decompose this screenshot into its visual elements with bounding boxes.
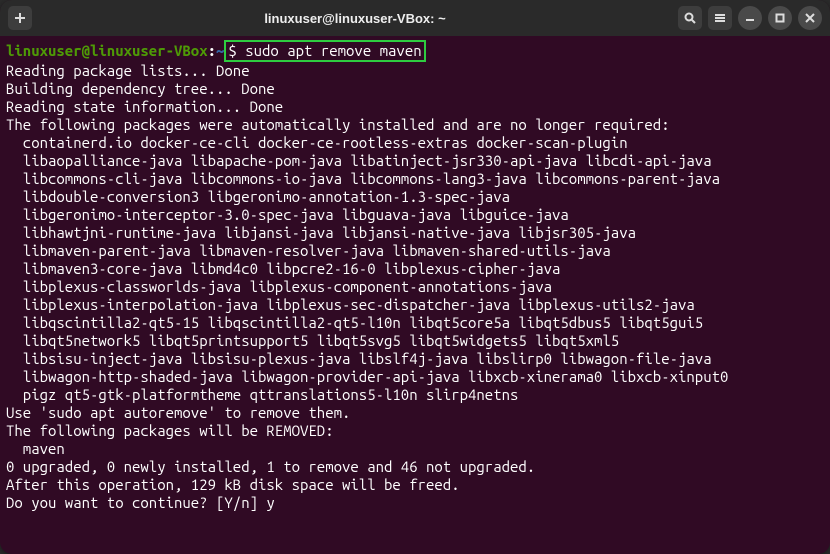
menu-button[interactable] (708, 6, 732, 30)
new-tab-button[interactable] (8, 6, 32, 30)
output-line: libgeronimo-interceptor-3.0-spec-java li… (6, 206, 569, 223)
output-line: Reading state information... Done (6, 98, 283, 115)
output-line: libplexus-interpolation-java libplexus-s… (6, 296, 695, 313)
output-line: libdouble-conversion3 libgeronimo-annota… (6, 188, 510, 205)
output-line: libsisu-inject-java libsisu-plexus-java … (6, 350, 712, 367)
output-line: containerd.io docker-ce-cli docker-ce-ro… (6, 134, 628, 151)
output-line: After this operation, 129 kB disk space … (6, 476, 460, 493)
prompt-path: ~ (216, 42, 224, 59)
window-title: linuxuser@linuxuser-VBox: ~ (38, 11, 672, 26)
output-line: libaopalliance-java libapache-pom-java l… (6, 152, 712, 169)
output-line: Use 'sudo apt autoremove' to remove them… (6, 404, 350, 421)
search-button[interactable] (678, 6, 702, 30)
output-line: 0 upgraded, 0 newly installed, 1 to remo… (6, 458, 535, 475)
output-line: The following packages will be REMOVED: (6, 422, 334, 439)
minimize-button[interactable] (738, 6, 762, 30)
command-text: sudo apt remove maven (245, 42, 421, 59)
titlebar: linuxuser@linuxuser-VBox: ~ (0, 0, 830, 36)
terminal-body[interactable]: linuxuser@linuxuser-VBox:~$ sudo apt rem… (0, 36, 830, 518)
output-line: libmaven-parent-java libmaven-resolver-j… (6, 242, 611, 259)
output-line: Reading package lists... Done (6, 62, 250, 79)
output-line: libhawtjni-runtime-java libjansi-java li… (6, 224, 636, 241)
maximize-button[interactable] (768, 6, 792, 30)
prompt-dollar: $ (228, 42, 245, 59)
terminal-window: linuxuser@linuxuser-VBox: ~ linuxuser@li… (0, 0, 830, 554)
output-line: libcommons-cli-java libcommons-io-java l… (6, 170, 720, 187)
output-line: The following packages were automaticall… (6, 116, 670, 133)
output-line: libwagon-http-shaded-java libwagon-provi… (6, 368, 728, 385)
close-button[interactable] (798, 6, 822, 30)
output-line: libqt5network5 libqt5printsupport5 libqt… (6, 332, 619, 349)
prompt-user: linuxuser@linuxuser-VBox (6, 42, 208, 59)
output-line: pigz qt5-gtk-platformtheme qttranslation… (6, 386, 518, 403)
titlebar-left (8, 6, 32, 30)
output-line: libplexus-classworlds-java libplexus-com… (6, 278, 552, 295)
output-line: Do you want to continue? [Y/n] y (6, 494, 275, 511)
command-highlight-box: $ sudo apt remove maven (224, 40, 425, 62)
output-line: Building dependency tree... Done (6, 80, 275, 97)
titlebar-right (678, 6, 822, 30)
output-line: maven (6, 440, 65, 457)
output-line: libqscintilla2-qt5-15 libqscintilla2-qt5… (6, 314, 703, 331)
output-line: libmaven3-core-java libmd4c0 libpcre2-16… (6, 260, 560, 277)
prompt-colon: : (208, 42, 216, 59)
